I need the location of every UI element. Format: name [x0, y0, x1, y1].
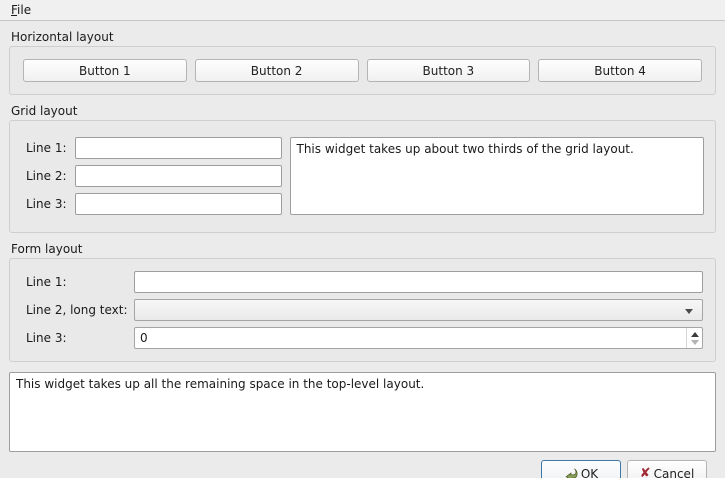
grid-group-title: Grid layout — [11, 104, 78, 118]
chevron-down-icon — [685, 309, 693, 314]
green-return-arrow-icon — [564, 467, 578, 478]
spinbox-value-input[interactable] — [135, 328, 686, 348]
form-group: Line 1: Line 2, long text: Line 3: — [9, 258, 716, 362]
spin-down-arrow-icon[interactable] — [690, 339, 699, 345]
grid-line3-input[interactable] — [74, 193, 282, 215]
grid-line2-input[interactable] — [74, 165, 282, 187]
grid-line2-label: Line 2: — [26, 169, 67, 183]
ok-button-label: OK — [580, 466, 599, 478]
button-3[interactable]: Button 3 — [366, 59, 531, 82]
spin-up-arrow-icon[interactable] — [690, 331, 699, 337]
form-line3-label: Line 3: — [26, 331, 67, 345]
menu-bar: File — [0, 0, 725, 21]
form-line1-label: Line 1: — [26, 275, 67, 289]
horizontal-group-title: Horizontal layout — [11, 30, 114, 44]
bottom-text-edit[interactable]: This widget takes up all the remaining s… — [9, 372, 716, 452]
cancel-button-label: Cancel — [653, 466, 695, 478]
horizontal-group: Button 1 Button 2 Button 3 Button 4 — [9, 46, 716, 95]
spinbox-buttons — [686, 328, 702, 348]
dialog-body: Horizontal layout Button 1 Button 2 Butt… — [0, 30, 725, 478]
menu-file[interactable]: File — [5, 1, 37, 19]
grid-line1-label: Line 1: — [26, 141, 67, 155]
form-group-title: Form layout — [11, 242, 83, 256]
line3-spinbox[interactable] — [134, 327, 703, 349]
grid-text-edit[interactable]: This widget takes up about two thirds of… — [289, 137, 704, 215]
grid-line3-label: Line 3: — [26, 197, 67, 211]
button-4[interactable]: Button 4 — [538, 59, 702, 82]
form-line2-label: Line 2, long text: — [26, 303, 128, 317]
form-line1-input[interactable] — [134, 271, 703, 293]
line2-combobox[interactable] — [134, 299, 703, 321]
dialog-button-box: OK ✘ Cancel — [9, 452, 716, 478]
grid-line1-input[interactable] — [74, 137, 282, 159]
grid-group: Line 1: This widget takes up about two t… — [9, 120, 716, 233]
cancel-button[interactable]: ✘ Cancel — [627, 460, 707, 478]
button-1[interactable]: Button 1 — [23, 59, 187, 82]
ok-button[interactable]: OK — [541, 460, 621, 478]
red-cross-icon: ✘ — [639, 466, 651, 478]
menu-file-rest: ile — [17, 3, 32, 17]
button-2[interactable]: Button 2 — [194, 59, 359, 82]
